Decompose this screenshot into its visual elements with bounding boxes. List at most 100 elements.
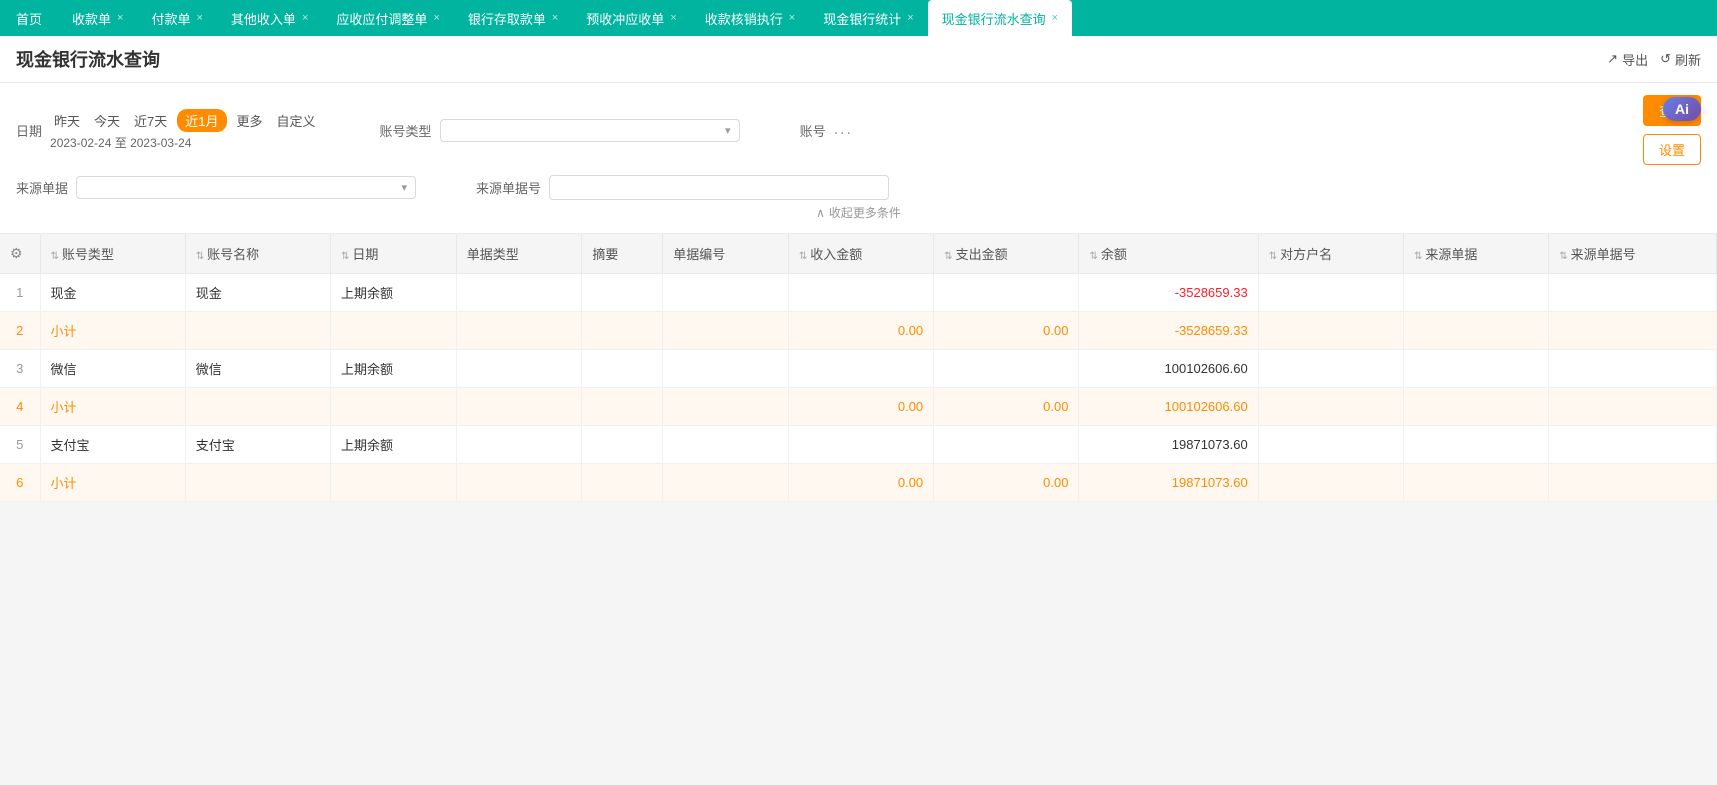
filter-row-2: 来源单据 ▾ 来源单据号 [16,175,1701,200]
date-shortcut-7days[interactable]: 近7天 [130,109,171,132]
source-doc-num-input[interactable] [549,175,889,200]
collapse-bar[interactable]: ∧ 收起更多条件 [16,200,1701,221]
income-cell: 0.00 [788,312,933,350]
date-cell [331,464,457,502]
col-header-source_doc[interactable]: ⇅来源单据 [1403,234,1548,274]
income-cell: 0.00 [788,388,933,426]
table-row: 4小计0.000.00100102606.60 [0,388,1717,426]
account-more-icon[interactable]: ... [834,121,853,139]
close-icon[interactable]: × [1052,12,1058,24]
close-icon[interactable]: × [433,12,439,24]
col-header-expense[interactable]: ⇅支出金额 [934,234,1079,274]
filter-row-1: 日期 昨天今天近7天近1月更多自定义 2023-02-24 至 2023-03-… [16,95,1701,165]
row-number: 2 [0,312,40,350]
doc-num-cell [663,464,789,502]
filter-area: 日期 昨天今天近7天近1月更多自定义 2023-02-24 至 2023-03-… [0,83,1717,234]
date-cell [331,388,457,426]
source-doc-cell [1403,312,1548,350]
source-doc-num-filter-group: 来源单据号 [476,175,889,200]
nav-tab-bankstat[interactable]: 现金银行统计× [809,0,927,36]
chevron-down-icon-2: ▾ [401,181,407,194]
source-doc-cell [1403,388,1548,426]
col-header-date[interactable]: ⇅日期 [331,234,457,274]
page-title: 现金银行流水查询 [16,46,160,72]
expense-cell: 0.00 [934,388,1079,426]
close-icon[interactable]: × [907,12,913,24]
doc-num-cell [663,274,789,312]
date-shortcut-1month[interactable]: 近1月 [177,109,226,132]
account-type-cell: 小计 [40,388,185,426]
close-icon[interactable]: × [789,12,795,24]
settings-icon[interactable]: ⚙ [10,245,23,261]
export-btn[interactable]: ↗ 导出 [1607,50,1648,69]
source-doc-cell [1403,350,1548,388]
close-icon[interactable]: × [196,12,202,24]
col-header-account_type[interactable]: ⇅账号类型 [40,234,185,274]
nav-home[interactable]: 首页 [0,0,58,36]
sort-arrows: ⇅ [341,251,349,262]
sort-arrows: ⇅ [944,251,952,262]
source-doc-filter-group: 来源单据 ▾ [16,176,416,199]
nav-tab-bankflow[interactable]: 现金银行流水查询× [928,0,1072,36]
account-name-cell [185,388,330,426]
date-shortcut-today[interactable]: 今天 [90,109,124,132]
summary-cell [582,464,663,502]
nav-tab-fksingle[interactable]: 付款单× [137,0,216,36]
collapse-label: 收起更多条件 [829,204,901,221]
source-doc-select[interactable]: ▾ [76,176,416,199]
ai-badge[interactable]: Ai [1663,97,1701,121]
date-shortcut-yesterday[interactable]: 昨天 [50,109,84,132]
nav-tab-verify[interactable]: 收款核销执行× [691,0,809,36]
source-doc-num-cell [1549,274,1717,312]
source-doc-num-cell [1549,350,1717,388]
date-cell: 上期余额 [331,426,457,464]
doc-num-cell [663,350,789,388]
table-row: 1现金现金上期余额-3528659.33 [0,274,1717,312]
source-doc-num-label: 来源单据号 [476,178,541,197]
col-header-account_name[interactable]: ⇅账号名称 [185,234,330,274]
account-type-select[interactable]: ▾ [440,119,740,142]
col-header-source_doc_num[interactable]: ⇅来源单据号 [1549,234,1717,274]
doc-type-cell [456,388,582,426]
doc-type-cell [456,464,582,502]
col-header-doc_num: 单据编号 [663,234,789,274]
nav-tab-bankdeposit[interactable]: 银行存取款单× [454,0,572,36]
refresh-btn[interactable]: ↺ 刷新 [1660,50,1701,69]
income-cell: 0.00 [788,464,933,502]
top-nav: 首页 收款单×付款单×其他收入单×应收应付调整单×银行存取款单×预收冲应收单×收… [0,0,1717,36]
close-icon[interactable]: × [117,12,123,24]
date-shortcut-more[interactable]: 更多 [233,109,267,132]
account-name-cell [185,464,330,502]
data-table-container: ⚙⇅账号类型⇅账号名称⇅日期单据类型摘要单据编号⇅收入金额⇅支出金额⇅余额⇅对方… [0,234,1717,502]
page-header: 现金银行流水查询 ↗ 导出 ↺ 刷新 [0,36,1717,83]
balance-cell: 19871073.60 [1079,426,1258,464]
balance-cell: 100102606.60 [1079,388,1258,426]
col-header-income[interactable]: ⇅收入金额 [788,234,933,274]
sort-arrows: ⇅ [1559,251,1567,262]
col-header-balance[interactable]: ⇅余额 [1079,234,1258,274]
col-header-doc_type: 单据类型 [456,234,582,274]
close-icon[interactable]: × [552,12,558,24]
nav-tab-adjust[interactable]: 应收应付调整单× [322,0,453,36]
close-icon[interactable]: × [670,12,676,24]
account-filter-group: 账号 ... [800,121,853,140]
close-icon[interactable]: × [302,12,308,24]
settings-button[interactable]: 设置 [1643,134,1701,165]
nav-tab-othersingle[interactable]: 其他收入单× [217,0,322,36]
col-header-counterpart[interactable]: ⇅对方户名 [1258,234,1403,274]
nav-tab-sksingle[interactable]: 收款单× [58,0,137,36]
account-type-filter-group: 账号类型 ▾ [380,119,740,142]
income-cell [788,350,933,388]
balance-cell: 19871073.60 [1079,464,1258,502]
nav-tab-prepay[interactable]: 预收冲应收单× [572,0,690,36]
balance-cell: 100102606.60 [1079,350,1258,388]
date-shortcut-custom[interactable]: 自定义 [273,109,320,132]
col-header-settings: ⚙ [0,234,40,274]
table-header-row: ⚙⇅账号类型⇅账号名称⇅日期单据类型摘要单据编号⇅收入金额⇅支出金额⇅余额⇅对方… [0,234,1717,274]
account-name-cell: 现金 [185,274,330,312]
expense-cell: 0.00 [934,312,1079,350]
sort-arrows: ⇅ [799,251,807,262]
export-icon: ↗ [1607,51,1618,67]
data-table: ⚙⇅账号类型⇅账号名称⇅日期单据类型摘要单据编号⇅收入金额⇅支出金额⇅余额⇅对方… [0,234,1717,502]
date-cell [331,312,457,350]
